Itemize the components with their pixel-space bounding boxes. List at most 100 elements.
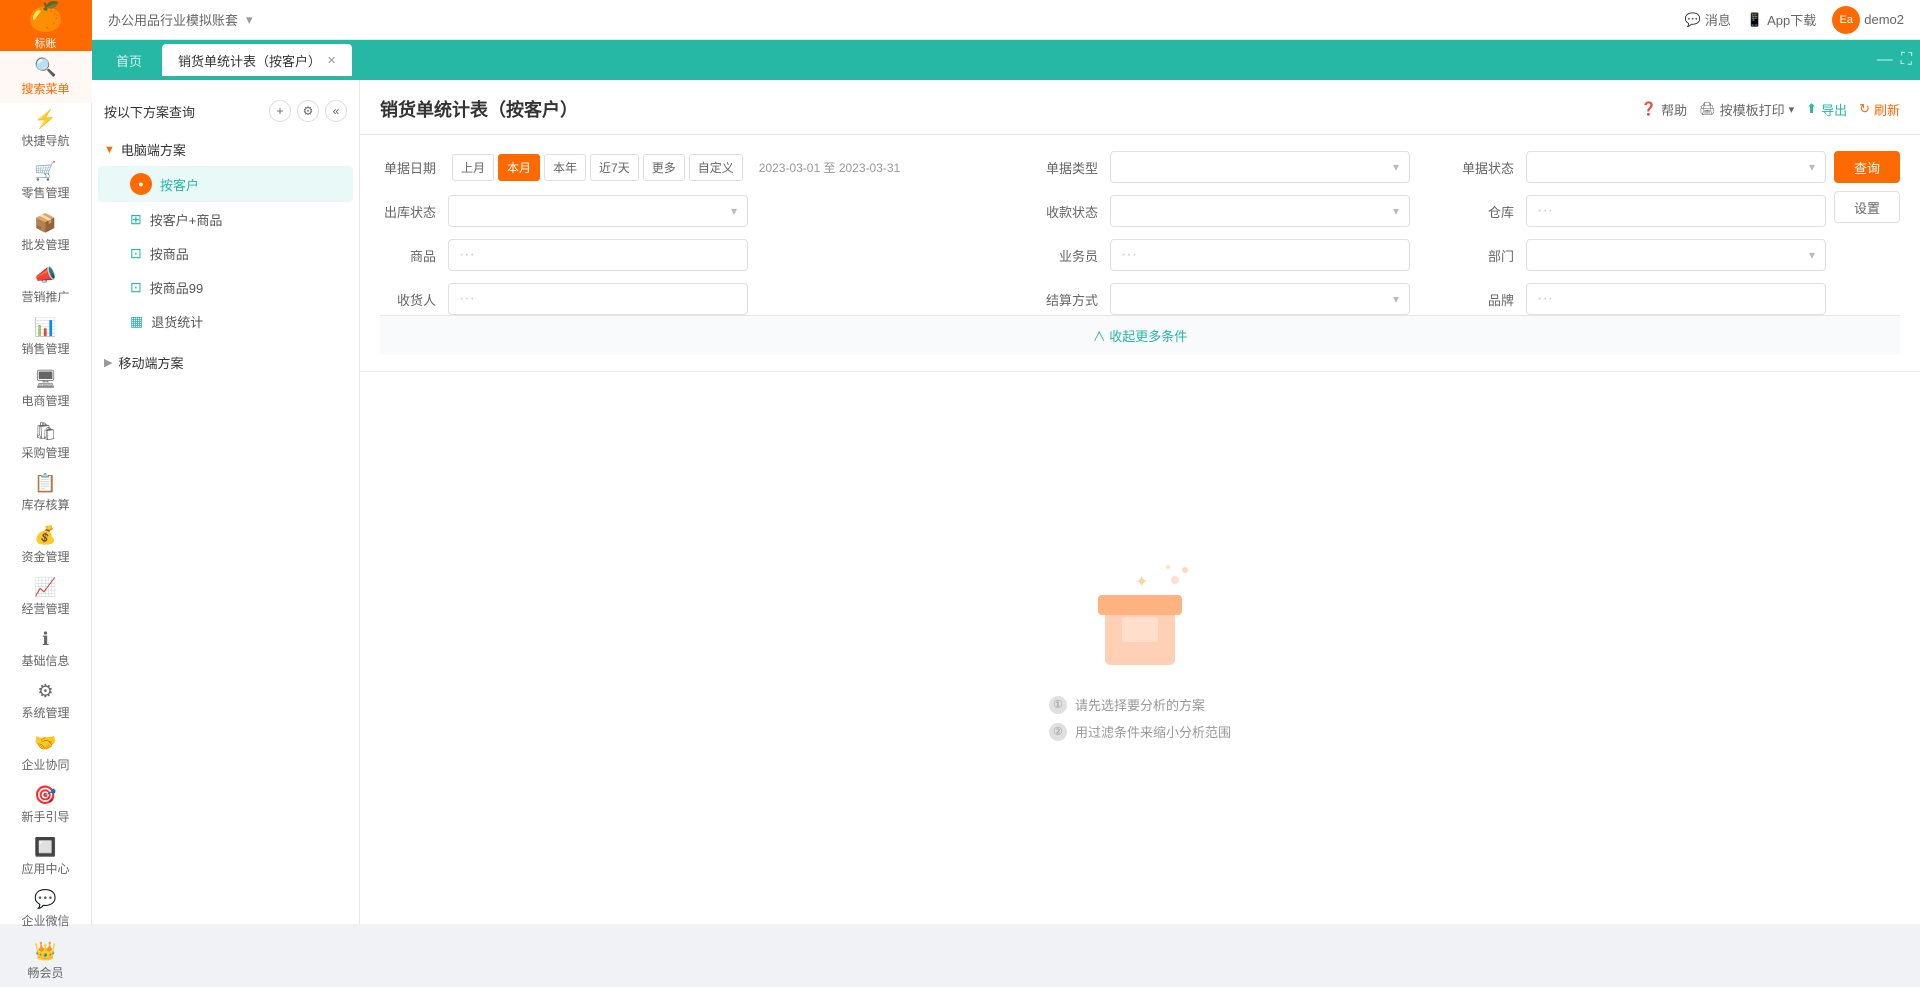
date-btn-last-7-days[interactable]: 近7天 [590,154,639,181]
warehouse-select[interactable]: ··· [1526,195,1826,227]
sidebar-item-sales[interactable]: 📊 销售管理 [0,311,92,363]
scheme-by-goods-99-label: 按商品99 [150,278,203,297]
system-icon: ⚙ [37,681,53,702]
sidebar-item-search[interactable]: 🔍 搜索菜单 [0,51,92,103]
brand-dots: ··· [1537,290,1553,308]
brand-select[interactable]: ··· [1526,283,1826,315]
sidebar-item-purchase[interactable]: 🛍 采购管理 [0,415,92,467]
active-dot: ● [130,173,152,195]
scheme-by-customer-goods[interactable]: ⊞ 按客户+商品 [98,203,353,236]
doc-type-select[interactable]: ▾ [1110,151,1410,183]
print-button[interactable]: 🖨 按模板打印 ▾ [1699,100,1794,119]
quick-nav-icon: ⚡ [34,109,56,130]
sidebar-item-basic[interactable]: ℹ 基础信息 [0,623,92,675]
goods-select[interactable]: ··· [448,239,748,271]
sidebar-item-operation[interactable]: 📈 经营管理 [0,571,92,623]
sidebar-item-apps[interactable]: 🔲 应用中心 [0,831,92,883]
tab-sales-stat[interactable]: 销货单统计表（按客户） ✕ [162,44,352,76]
settings-scheme-button[interactable]: ⚙ [297,100,319,122]
payment-method-select[interactable]: ▾ [1110,283,1410,315]
collapse-panel-button[interactable]: « [325,100,347,122]
scheme-by-goods-99[interactable]: ⊡ 按商品99 [98,271,353,304]
add-scheme-button[interactable]: + [269,100,291,122]
doc-status-label: 单据状态 [1458,158,1514,177]
tree-desktop-parent[interactable]: ▼ 电脑端方案 [92,134,359,165]
sidebar-item-retail[interactable]: 🛒 零售管理 [0,155,92,207]
query-button[interactable]: 查询 [1834,151,1900,183]
left-panel-actions: + ⚙ « [269,100,347,122]
svg-text:✦: ✦ [1135,574,1148,591]
settings-button[interactable]: 设置 [1834,191,1900,223]
sidebar-item-ecommerce[interactable]: 🖥 电商管理 [0,363,92,415]
scheme-by-customer[interactable]: ● 按客户 [98,166,353,202]
marketing-icon: 📣 [34,265,56,286]
sidebar-item-inventory[interactable]: 📋 库存核算 [0,467,92,519]
print-dropdown-icon: ▾ [1789,103,1795,116]
nav-list: 🔍 搜索菜单 ⚡ 快捷导航 🛒 零售管理 📦 批发管理 📣 营销推广 📊 销售管… [0,51,92,987]
sidebar-item-cooperation[interactable]: 🤝 企业协同 [0,727,92,779]
date-btn-this-year[interactable]: 本年 [544,154,586,181]
date-btn-custom[interactable]: 自定义 [689,154,743,181]
sidebar-item-wholesale[interactable]: 📦 批发管理 [0,207,92,259]
tree-mobile-section: ▶ 移动端方案 [92,343,359,382]
empty-state: ✦ ① 请先选择要分析的方案 ② 用过滤条件来缩小分析范围 [360,372,1920,924]
sidebar-item-quick-nav[interactable]: ⚡ 快捷导航 [0,103,92,155]
receiver-label: 收货人 [380,290,436,309]
sidebar-item-member[interactable]: 👑 畅会员 [0,935,92,987]
help-button[interactable]: ❓ 帮助 [1641,100,1687,119]
minimize-icon[interactable]: — [1877,51,1893,69]
active-scheme-icon: ● [138,179,143,189]
collapse-button[interactable]: ∧ 收起更多条件 [380,315,1900,355]
tree-mobile-expand-icon: ▶ [104,356,112,369]
salesperson-select[interactable]: ··· [1110,239,1410,271]
tab-close-icon[interactable]: ✕ [327,54,336,67]
tab-home[interactable]: 首页 [100,44,158,76]
message-label: 消息 [1705,10,1731,29]
message-button[interactable]: 💬 消息 [1685,10,1731,29]
date-buttons: 上月 本月 本年 近7天 更多 自定义 [452,154,743,181]
sidebar-item-marketing[interactable]: 📣 营销推广 [0,259,92,311]
main-area: 办公用品行业模拟账套 ▾ 💬 消息 📱 App下载 Ea demo2 首页 销货… [92,0,1920,924]
out-status-label: 出库状态 [380,202,436,221]
logo: 🍊 标账 [0,0,92,51]
help-icon: ❓ [1641,101,1657,117]
logo-text: 标账 [35,35,57,51]
ecommerce-icon: 🖥 [34,369,57,390]
filter-area: 单据日期 上月 本月 本年 近7天 更多 自定义 2023-03-01 至 20… [360,135,1920,372]
hint-text-1: 请先选择要分析的方案 [1075,695,1205,714]
refresh-label: 刷新 [1874,100,1900,119]
maximize-icon[interactable]: ⛶ [1901,51,1912,69]
print-label: 按模板打印 [1720,100,1785,119]
goods-label: 商品 [380,246,436,265]
date-btn-more[interactable]: 更多 [643,154,685,181]
doc-status-select[interactable]: ▾ [1526,151,1826,183]
apps-icon: 🔲 [34,837,56,858]
sidebar-label-quick-nav: 快捷导航 [21,132,69,149]
date-btn-this-month[interactable]: 本月 [498,154,540,181]
app-download-button[interactable]: 📱 App下载 [1747,10,1816,29]
out-status-select[interactable]: ▾ [448,195,748,227]
industry-dropdown-icon[interactable]: ▾ [246,12,253,28]
receipt-status-select[interactable]: ▾ [1110,195,1410,227]
refresh-button[interactable]: ↻ 刷新 [1859,100,1900,119]
sidebar-item-finance[interactable]: 💰 资金管理 [0,519,92,571]
export-button[interactable]: ⬆ 导出 [1806,100,1847,119]
department-select[interactable]: ▾ [1526,239,1826,271]
receipt-status-label: 收款状态 [1042,202,1098,221]
sidebar-item-wechat[interactable]: 💬 企业微信 [0,883,92,935]
sidebar-label-wholesale: 批发管理 [21,236,69,253]
scheme-return-stat[interactable]: ▦ 退货统计 [98,305,353,338]
left-panel: 按以下方案查询 + ⚙ « ▼ 电脑端方案 ● 按客户 [92,80,360,924]
action-buttons: 查询 设置 [1834,151,1900,223]
sidebar-item-newbie[interactable]: 🎯 新手引导 [0,779,92,831]
date-btn-last-month[interactable]: 上月 [452,154,494,181]
receiver-select[interactable]: ··· [448,283,748,315]
sidebar-item-system[interactable]: ⚙ 系统管理 [0,675,92,727]
scheme-by-goods[interactable]: ⊡ 按商品 [98,237,353,270]
page-body: 按以下方案查询 + ⚙ « ▼ 电脑端方案 ● 按客户 [92,80,1920,924]
user-menu[interactable]: Ea demo2 [1832,6,1904,34]
scheme-by-goods-label: 按商品 [150,244,189,263]
filter-section: 单据日期 上月 本月 本年 近7天 更多 自定义 2023-03-01 至 20… [380,151,1900,315]
tree-mobile-parent[interactable]: ▶ 移动端方案 [92,347,359,378]
sidebar: 🍊 标账 🔍 搜索菜单 ⚡ 快捷导航 🛒 零售管理 📦 批发管理 📣 营销推广 … [0,0,92,924]
